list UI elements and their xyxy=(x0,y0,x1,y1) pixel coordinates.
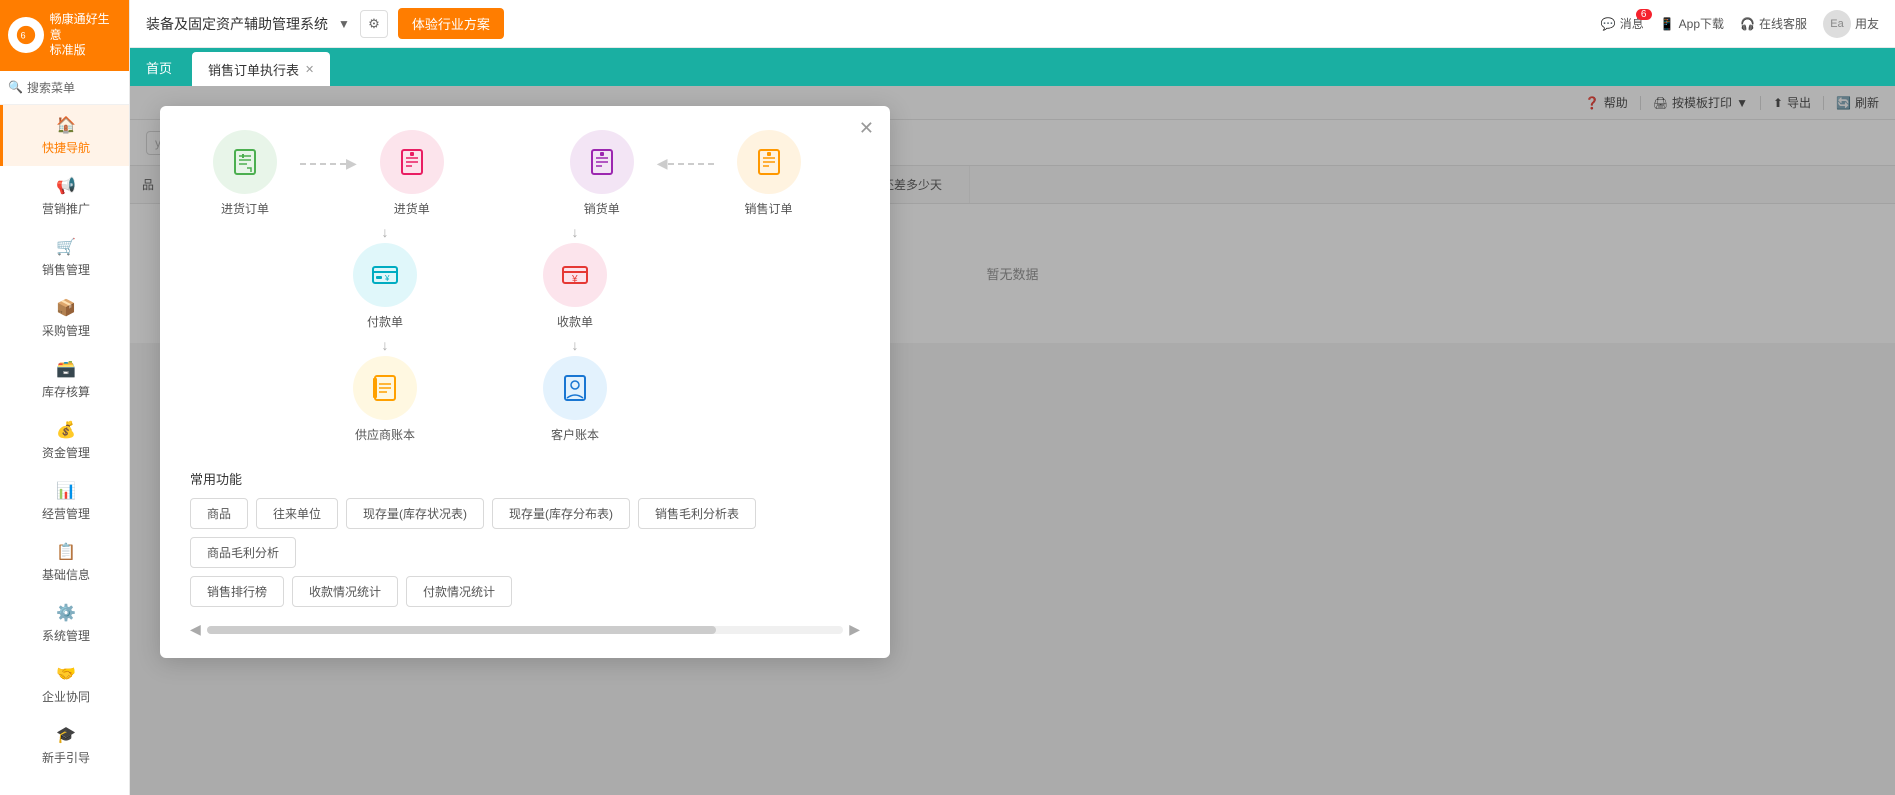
topbar: 装备及固定资产辅助管理系统 ▼ ⚙ 体验行业方案 💬 消息 6 📱 App下载 … xyxy=(130,0,1895,48)
system-dropdown[interactable]: ▼ xyxy=(338,17,350,31)
message-icon: 💬 xyxy=(1601,17,1616,31)
purchase-icon: 📦 xyxy=(56,298,76,318)
headset-icon: 🎧 xyxy=(1740,17,1755,31)
tab-close-btn[interactable]: ✕ xyxy=(305,63,314,76)
basic-icon: 📋 xyxy=(56,542,76,562)
sidebar: 6 畅康通好生意 标准版 🔍 搜索菜单 🏠 快捷导航 📢 营销推广 🛒 销售管理 xyxy=(0,0,130,795)
node-customer-ledger[interactable]: 客户账本 xyxy=(520,356,630,443)
node-payment[interactable]: ¥ 付款单 xyxy=(330,243,440,330)
online-service-btn[interactable]: 🎧 在线客服 xyxy=(1740,15,1807,32)
quick-guide-popup: ✕ 进货订单 xyxy=(160,106,890,658)
enterprise-icon: 🤝 xyxy=(56,664,76,684)
message-btn[interactable]: 💬 消息 6 xyxy=(1601,15,1644,32)
marketing-icon: 📢 xyxy=(56,176,76,196)
func-btn-sales-profit[interactable]: 销售毛利分析表 xyxy=(638,498,756,529)
search-icon: 🔍 xyxy=(8,80,23,94)
func-btn-sales-rank[interactable]: 销售排行榜 xyxy=(190,576,284,607)
message-badge: 6 xyxy=(1636,9,1652,20)
system-icon: ⚙️ xyxy=(56,603,76,623)
tabbar: 首页 销售订单执行表 ✕ xyxy=(130,48,1895,86)
customer-ledger-icon xyxy=(543,356,607,420)
node-receipt[interactable]: ¥ 收款单 xyxy=(520,243,630,330)
func-btn-goods-profit[interactable]: 商品毛利分析 xyxy=(190,537,296,568)
main-area: 装备及固定资产辅助管理系统 ▼ ⚙ 体验行业方案 💬 消息 6 📱 App下载 … xyxy=(130,0,1895,795)
phone-icon: 📱 xyxy=(1660,17,1675,31)
sidebar-item-finance[interactable]: 💰 资金管理 xyxy=(0,410,129,471)
purchase-order-icon xyxy=(213,130,277,194)
node-sales-bill[interactable]: 销货单 xyxy=(547,130,657,217)
func-btn-goods[interactable]: 商品 xyxy=(190,498,248,529)
topbar-left: 装备及固定资产辅助管理系统 ▼ ⚙ 体验行业方案 xyxy=(146,8,504,39)
function-buttons: 商品 往来单位 现存量(库存状况表) 现存量(库存分布表) 销售毛利分析表 商品… xyxy=(190,498,860,568)
sidebar-item-quick-nav[interactable]: 🏠 快捷导航 xyxy=(0,105,129,166)
logo-icon: 6 xyxy=(8,17,44,53)
node-sales-order[interactable]: 销售订单 xyxy=(714,130,824,217)
user-menu[interactable]: Ea 用友 xyxy=(1823,10,1879,38)
sidebar-item-basic[interactable]: 📋 基础信息 xyxy=(0,532,129,593)
finance-icon: 💰 xyxy=(56,420,76,440)
overlay[interactable]: ✕ 进货订单 xyxy=(130,86,1895,795)
sidebar-item-sales[interactable]: 🛒 销售管理 xyxy=(0,227,129,288)
avatar: Ea xyxy=(1823,10,1851,38)
popup-scroll-area: ◀ ▶ xyxy=(190,621,860,638)
sales-icon: 🛒 xyxy=(56,237,76,257)
sidebar-search[interactable]: 🔍 搜索菜单 xyxy=(0,71,129,105)
receipt-icon: ¥ xyxy=(543,243,607,307)
operation-icon: 📊 xyxy=(56,481,76,501)
logo-text: 畅康通好生意 标准版 xyxy=(50,12,121,59)
function-buttons-row2: 销售排行榜 收款情况统计 付款情况统计 xyxy=(190,576,860,607)
node-purchase-order[interactable]: 进货订单 xyxy=(190,130,300,217)
sidebar-item-guide[interactable]: 🎓 新手引导 xyxy=(0,715,129,776)
sidebar-item-purchase[interactable]: 📦 采购管理 xyxy=(0,288,129,349)
scrollbar-track xyxy=(207,626,843,634)
purchase-bill-icon xyxy=(380,130,444,194)
func-btn-inventory-status[interactable]: 现存量(库存状况表) xyxy=(346,498,484,529)
sidebar-logo: 6 畅康通好生意 标准版 xyxy=(0,0,129,71)
common-functions: 常用功能 商品 往来单位 现存量(库存状况表) 现存量(库存分布表) 销售毛利分… xyxy=(190,469,860,607)
node-purchase-bill[interactable]: 进货单 xyxy=(357,130,467,217)
sidebar-item-marketing[interactable]: 📢 营销推广 xyxy=(0,166,129,227)
svg-text:6: 6 xyxy=(20,31,25,41)
payment-icon: ¥ xyxy=(353,243,417,307)
supplier-ledger-icon xyxy=(353,356,417,420)
sales-order-icon xyxy=(737,130,801,194)
func-btn-payment-stats[interactable]: 付款情况统计 xyxy=(406,576,512,607)
flow-row-2: ¥ 付款单 ¥ 收款单 xyxy=(190,243,860,330)
common-functions-title: 常用功能 xyxy=(190,469,860,488)
topbar-right: 💬 消息 6 📱 App下载 🎧 在线客服 Ea 用友 xyxy=(1601,10,1879,38)
content-area: ❓ 帮助 🖨 按模板打印 ▼ ⬆ 导出 🔄 刷新 xyxy=(130,86,1895,795)
app-download-btn[interactable]: 📱 App下载 xyxy=(1660,15,1724,32)
sidebar-item-inventory[interactable]: 🗃️ 库存核算 xyxy=(0,349,129,410)
inventory-icon: 🗃️ xyxy=(56,359,76,379)
experience-btn[interactable]: 体验行业方案 xyxy=(398,8,504,39)
sidebar-item-system[interactable]: ⚙️ 系统管理 xyxy=(0,593,129,654)
sidebar-item-operation[interactable]: 📊 经营管理 xyxy=(0,471,129,532)
tab-sales-order[interactable]: 销售订单执行表 ✕ xyxy=(192,52,330,86)
home-icon: 🏠 xyxy=(56,115,76,135)
sales-bill-icon xyxy=(570,130,634,194)
flow-row-1: 进货订单 ▶ 进货单 xyxy=(190,130,860,217)
scroll-right-btn[interactable]: ▶ xyxy=(849,621,860,638)
sidebar-nav: 🏠 快捷导航 📢 营销推广 🛒 销售管理 📦 采购管理 🗃️ 库存核算 💰 xyxy=(0,105,129,795)
svg-text:¥: ¥ xyxy=(384,274,390,283)
func-btn-receipt-stats[interactable]: 收款情况统计 xyxy=(292,576,398,607)
node-supplier-ledger[interactable]: 供应商账本 xyxy=(330,356,440,443)
guide-icon: 🎓 xyxy=(56,725,76,745)
flow-diagram: 进货订单 ▶ 进货单 xyxy=(190,130,860,451)
func-btn-partners[interactable]: 往来单位 xyxy=(256,498,338,529)
svg-text:¥: ¥ xyxy=(571,274,578,285)
tab-home[interactable]: 首页 xyxy=(130,48,188,86)
popup-close-btn[interactable]: ✕ xyxy=(859,118,874,139)
sidebar-item-enterprise[interactable]: 🤝 企业协同 xyxy=(0,654,129,715)
settings-gear[interactable]: ⚙ xyxy=(360,10,388,38)
flow-row-3: 供应商账本 客户账本 xyxy=(190,356,860,443)
scroll-left-btn[interactable]: ◀ xyxy=(190,621,201,638)
func-btn-inventory-dist[interactable]: 现存量(库存分布表) xyxy=(492,498,630,529)
scrollbar-thumb[interactable] xyxy=(207,626,716,634)
system-title: 装备及固定资产辅助管理系统 xyxy=(146,14,328,34)
